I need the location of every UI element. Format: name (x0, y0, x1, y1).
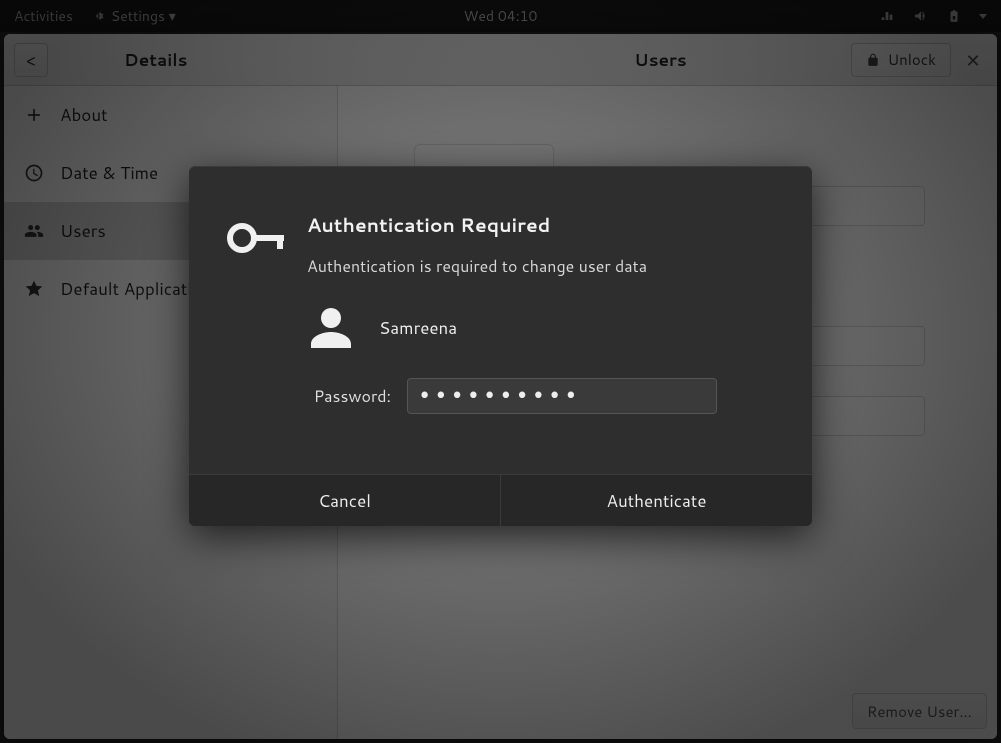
auth-dialog: Authentication Required Authentication i… (189, 166, 812, 526)
person-icon (307, 304, 355, 352)
authenticate-button[interactable]: Authenticate (501, 475, 812, 526)
password-input[interactable] (407, 378, 717, 414)
key-icon (217, 212, 297, 414)
cancel-button[interactable]: Cancel (189, 475, 501, 526)
password-label: Password: (307, 385, 391, 408)
auth-user-name: Samreena (379, 316, 457, 340)
dialog-title: Authentication Required (307, 212, 784, 239)
dialog-subtitle: Authentication is required to change use… (307, 255, 784, 278)
